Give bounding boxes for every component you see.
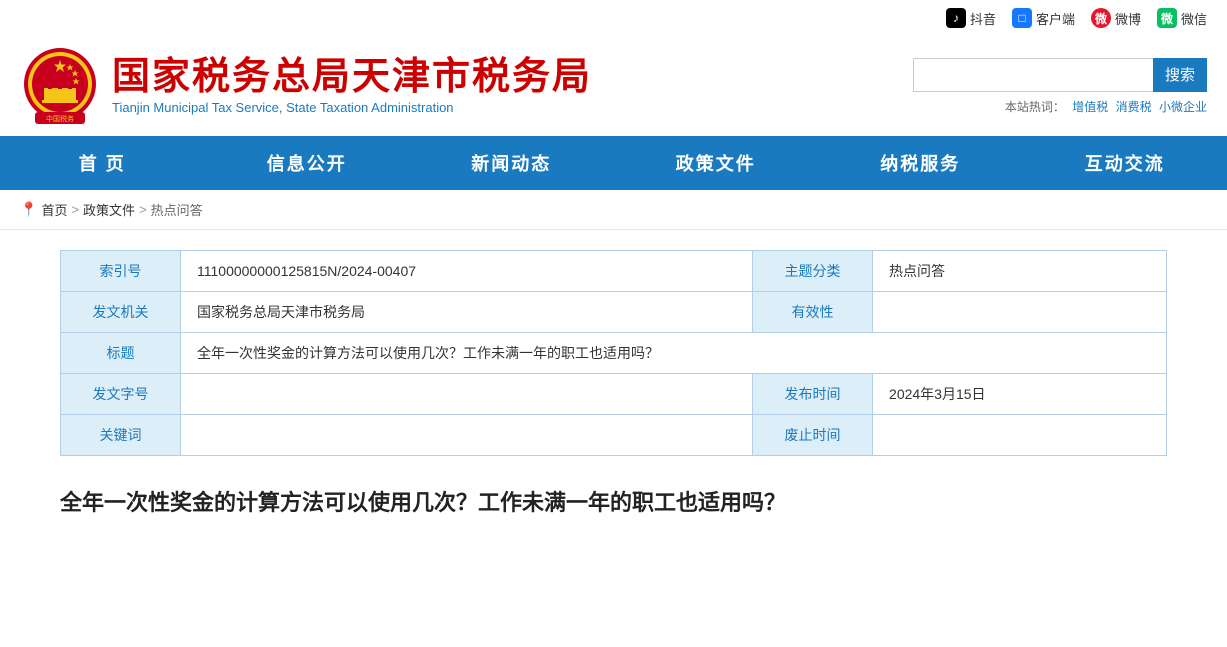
- label-youxiaoxing: 有效性: [753, 292, 873, 333]
- hot-keywords: 本站热词： 增值税 消费税 小微企业: [1005, 98, 1207, 115]
- hot-link-2[interactable]: 消费税: [1116, 100, 1152, 114]
- content-area: 索引号 11100000000125815N/2024-00407 主题分类 热…: [0, 230, 1227, 539]
- info-table: 索引号 11100000000125815N/2024-00407 主题分类 热…: [60, 250, 1167, 456]
- nav-item-policy[interactable]: 政策文件: [614, 136, 819, 190]
- article-title: 全年一次性奖金的计算方法可以使用几次？工作未满一年的职工也适用吗？: [60, 486, 1167, 519]
- search-area: 搜索 本站热词： 增值税 消费税 小微企业: [913, 58, 1207, 115]
- client-label: 客户端: [1036, 9, 1075, 28]
- search-button[interactable]: 搜索: [1153, 58, 1207, 92]
- svg-text:中国税务: 中国税务: [46, 114, 74, 123]
- breadcrumb-current: 热点问答: [151, 200, 203, 219]
- breadcrumb: 📍 首页 > 政策文件 > 热点问答: [0, 190, 1227, 230]
- label-guanjianci: 关键词: [61, 415, 181, 456]
- breadcrumb-policy[interactable]: 政策文件: [83, 200, 135, 219]
- douyin-social[interactable]: ♪ 抖音: [946, 8, 996, 28]
- douyin-label: 抖音: [970, 9, 996, 28]
- weibo-social[interactable]: 微 微博: [1091, 8, 1141, 28]
- top-social-bar: ♪ 抖音 □ 客户端 微 微博 微 微信: [0, 0, 1227, 36]
- main-nav: 首 页 信息公开 新闻动态 政策文件 纳税服务 互动交流: [0, 136, 1227, 190]
- table-row-5: 关键词 废止时间: [61, 415, 1167, 456]
- label-feizhishijian: 废止时间: [753, 415, 873, 456]
- breadcrumb-home[interactable]: 首页: [41, 200, 67, 219]
- weibo-label: 微博: [1115, 9, 1141, 28]
- logo-text-area: 国家税务总局天津市税务局 Tianjin Municipal Tax Servi…: [112, 57, 592, 116]
- weixin-social[interactable]: 微 微信: [1157, 8, 1207, 28]
- label-zhutifenlei: 主题分类: [753, 251, 873, 292]
- table-row-3: 标题 全年一次性奖金的计算方法可以使用几次？工作未满一年的职工也适用吗？: [61, 333, 1167, 374]
- nav-item-interact[interactable]: 互动交流: [1023, 136, 1227, 190]
- label-fabushijian: 发布时间: [753, 374, 873, 415]
- table-row-2: 发文机关 国家税务总局天津市税务局 有效性: [61, 292, 1167, 333]
- client-social[interactable]: □ 客户端: [1012, 8, 1075, 28]
- location-icon: 📍: [20, 201, 37, 218]
- value-biaoti: 全年一次性奖金的计算方法可以使用几次？工作未满一年的职工也适用吗？: [181, 333, 1167, 374]
- breadcrumb-sep-1: >: [71, 202, 79, 217]
- table-row-1: 索引号 11100000000125815N/2024-00407 主题分类 热…: [61, 251, 1167, 292]
- hot-label: 本站热词：: [1005, 100, 1065, 114]
- table-row-4: 发文字号 发布时间 2024年3月15日: [61, 374, 1167, 415]
- value-fawenzihao: [181, 374, 753, 415]
- nav-item-tax[interactable]: 纳税服务: [818, 136, 1023, 190]
- logo-subtitle: Tianjin Municipal Tax Service, State Tax…: [112, 100, 592, 115]
- weixin-icon: 微: [1157, 8, 1177, 28]
- header: 中国税务 国家税务总局天津市税务局 Tianjin Municipal Tax …: [0, 36, 1227, 136]
- hot-link-3[interactable]: 小微企业: [1159, 100, 1207, 114]
- value-suoyinhao: 11100000000125815N/2024-00407: [181, 251, 753, 292]
- value-feizhishijian: [873, 415, 1167, 456]
- label-suoyinhao: 索引号: [61, 251, 181, 292]
- weixin-label: 微信: [1181, 9, 1207, 28]
- nav-item-news[interactable]: 新闻动态: [409, 136, 614, 190]
- search-input[interactable]: [913, 58, 1153, 92]
- client-icon: □: [1012, 8, 1032, 28]
- label-fawenzihao: 发文字号: [61, 374, 181, 415]
- value-fabushijian: 2024年3月15日: [873, 374, 1167, 415]
- nav-item-home[interactable]: 首 页: [0, 136, 205, 190]
- logo-area: 中国税务 国家税务总局天津市税务局 Tianjin Municipal Tax …: [20, 46, 913, 126]
- hot-link-1[interactable]: 增值税: [1072, 100, 1108, 114]
- logo-emblem: 中国税务: [20, 46, 100, 126]
- value-fawenjiguan: 国家税务总局天津市税务局: [181, 292, 753, 333]
- nav-item-info[interactable]: 信息公开: [205, 136, 410, 190]
- weibo-icon: 微: [1091, 8, 1111, 28]
- value-guanjianci: [181, 415, 753, 456]
- label-biaoyi: 标题: [61, 333, 181, 374]
- value-zhutifenlei: 热点问答: [873, 251, 1167, 292]
- douyin-icon: ♪: [946, 8, 966, 28]
- label-fawenjiguan: 发文机关: [61, 292, 181, 333]
- value-youxiaoxing: [873, 292, 1167, 333]
- search-box: 搜索: [913, 58, 1207, 92]
- breadcrumb-sep-2: >: [139, 202, 147, 217]
- logo-title: 国家税务总局天津市税务局: [112, 57, 592, 99]
